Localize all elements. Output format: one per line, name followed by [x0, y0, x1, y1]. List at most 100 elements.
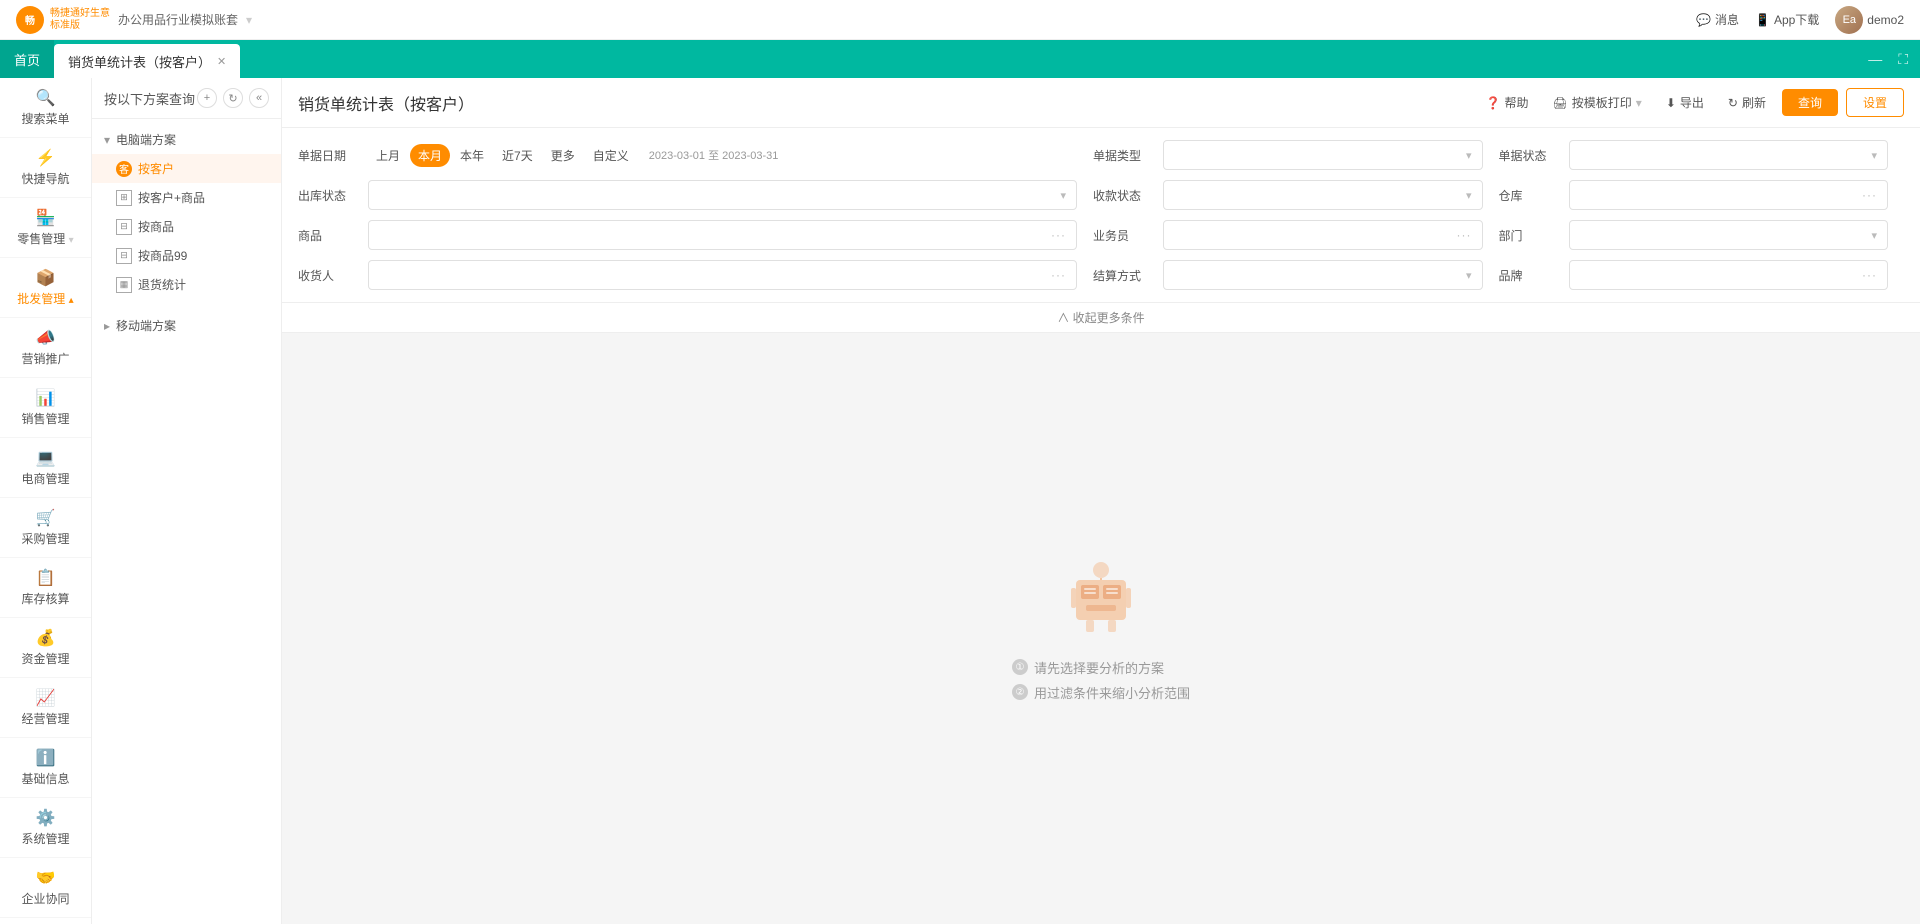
scheme-item-customer-goods[interactable]: ⊞ 按客户+商品 [92, 183, 281, 212]
tab-close-icon[interactable]: ✕ [217, 55, 226, 68]
warehouse-dots-icon: ··· [1862, 188, 1877, 202]
scheme-customer-label: 按客户 [138, 160, 174, 177]
basic-info-icon: ℹ️ [8, 748, 83, 768]
sidebar-item-operations[interactable]: 📈 经营管理 [0, 678, 91, 738]
purchase-icon: 🛒 [8, 508, 83, 528]
query-button[interactable]: 查询 [1782, 89, 1838, 116]
date-tab-last-month[interactable]: 上月 [368, 144, 408, 167]
export-button[interactable]: ⬇ 导出 [1658, 90, 1712, 115]
sidebar-item-guide[interactable]: 📖 新手引导 [0, 918, 91, 924]
bill-status-select[interactable]: ▾ [1569, 140, 1889, 170]
tab-minimize-icon[interactable]: — [1864, 47, 1886, 71]
date-tab-more[interactable]: 更多 [543, 144, 583, 167]
dept-filter-col: 部门 ▾ [1499, 220, 1889, 250]
filter-area: 单据日期 上月 本月 本年 近7天 更多 自定义 2023-03-01 至 20… [282, 128, 1920, 303]
message-label: 消息 [1715, 11, 1739, 28]
receiver-select[interactable]: ··· [368, 260, 1077, 290]
home-tab-label: 首页 [14, 50, 40, 69]
sidebar-item-search[interactable]: 🔍 搜索菜单 [0, 78, 91, 138]
sidebar-item-ecommerce[interactable]: 💻 电商管理 [0, 438, 91, 498]
mobile-scheme-toggle[interactable]: ▸ 移动端方案 [92, 311, 281, 340]
date-tab-custom[interactable]: 自定义 [585, 144, 637, 167]
message-button[interactable]: 💬 消息 [1696, 11, 1739, 28]
hint-num-1: ① [1012, 659, 1028, 675]
top-header: 畅 畅捷通好生意 标准版 办公用品行业模拟账套 ▾ 💬 消息 📱 App下载 E… [0, 0, 1920, 40]
out-status-label: 出库状态 [298, 187, 368, 204]
mobile-scheme-section: ▸ 移动端方案 [92, 305, 281, 346]
scheme-item-goods[interactable]: ⊟ 按商品 [92, 212, 281, 241]
date-tab-this-month[interactable]: 本月 [410, 144, 450, 167]
receive-status-select[interactable]: ▾ [1163, 180, 1483, 210]
sidebar-item-inventory[interactable]: 📋 库存核算 [0, 558, 91, 618]
date-tab-7days[interactable]: 近7天 [494, 144, 541, 167]
sidebar-item-system[interactable]: ⚙️ 系统管理 [0, 798, 91, 858]
main-area: 🔍 搜索菜单 ⚡ 快捷导航 🏪 零售管理 ▾ 📦 批发管理 ▴ 📣 营销推广 📊… [0, 78, 1920, 924]
sidebar-operations-label: 经营管理 [21, 712, 69, 726]
sidebar-item-purchase[interactable]: 🛒 采购管理 [0, 498, 91, 558]
brand-select[interactable]: ··· [1569, 260, 1889, 290]
hint-text-2: 用过滤条件来缩小分析范围 [1034, 683, 1190, 702]
tab-maximize-icon[interactable]: ⛶ [1894, 47, 1912, 72]
inventory-icon: 📋 [8, 568, 83, 588]
sidebar-item-collab[interactable]: 🤝 企业协同 [0, 858, 91, 918]
sidebar-item-quick-nav[interactable]: ⚡ 快捷导航 [0, 138, 91, 198]
sidebar-sales-label: 销售管理 [21, 412, 69, 426]
breadcrumb-arrow-icon[interactable]: ▾ [246, 13, 252, 27]
sidebar-item-wholesale[interactable]: 📦 批发管理 ▴ [0, 258, 91, 318]
sidebar-item-sales[interactable]: 📊 销售管理 [0, 378, 91, 438]
settings-button[interactable]: 设置 [1846, 88, 1904, 117]
logo-area: 畅 畅捷通好生意 标准版 [16, 6, 110, 34]
scheme-header-icons: + ↻ « [197, 88, 269, 108]
sidebar-item-retail[interactable]: 🏪 零售管理 ▾ [0, 198, 91, 258]
quick-nav-icon: ⚡ [8, 148, 83, 168]
receive-status-label: 收款状态 [1093, 187, 1163, 204]
sidebar-item-finance[interactable]: 💰 资金管理 [0, 618, 91, 678]
app-download-button[interactable]: 📱 App下载 [1755, 11, 1819, 28]
desktop-scheme-toggle[interactable]: ▾ 电脑端方案 [92, 125, 281, 154]
tab-sales-report[interactable]: 销货单统计表（按客户） ✕ [54, 44, 240, 78]
goods-select[interactable]: ··· [368, 220, 1077, 250]
receiver-label: 收货人 [298, 267, 368, 284]
user-area[interactable]: Ea demo2 [1835, 6, 1904, 34]
bill-status-label: 单据状态 [1499, 147, 1569, 164]
bill-type-select[interactable]: ▾ [1163, 140, 1483, 170]
sidebar-quick-nav-label: 快捷导航 [21, 172, 69, 186]
scheme-goods99-label: 按商品99 [138, 247, 187, 264]
salesman-select[interactable]: ··· [1163, 220, 1483, 250]
wholesale-icon: 📦 [8, 268, 83, 288]
sidebar-system-label: 系统管理 [21, 832, 69, 846]
dept-label: 部门 [1499, 227, 1569, 244]
system-icon: ⚙️ [8, 808, 83, 828]
refresh-icon: ↻ [1728, 96, 1738, 110]
help-button[interactable]: ❓ 帮助 [1478, 90, 1537, 115]
scheme-item-by-customer[interactable]: 客 按客户 [92, 154, 281, 183]
refresh-button[interactable]: ↻ 刷新 [1720, 90, 1774, 115]
print-button[interactable]: 🖨 按模板打印 ▾ [1545, 90, 1650, 115]
collapse-button[interactable]: ∧ 收起更多条件 [282, 303, 1920, 333]
sidebar-ecommerce-label: 电商管理 [21, 472, 69, 486]
brand-label: 品牌 [1499, 267, 1569, 284]
sidebar-item-basic-info[interactable]: ℹ️ 基础信息 [0, 738, 91, 798]
scheme-item-goods99[interactable]: ⊟ 按商品99 [92, 241, 281, 270]
scheme-item-return[interactable]: ▦ 退货统计 [92, 270, 281, 299]
customer-goods-icon: ⊞ [116, 190, 132, 206]
date-tab-this-year[interactable]: 本年 [452, 144, 492, 167]
mobile-icon: 📱 [1755, 13, 1770, 27]
scheme-title: 按以下方案查询 [104, 89, 195, 108]
breadcrumb: 办公用品行业模拟账套 [118, 11, 238, 28]
out-status-arrow-icon: ▾ [1060, 189, 1066, 202]
tab-home[interactable]: 首页 [0, 40, 54, 78]
scheme-refresh-icon[interactable]: ↻ [223, 88, 243, 108]
dept-select[interactable]: ▾ [1569, 220, 1889, 250]
settle-filter-col: 结算方式 ▾ [1093, 260, 1483, 290]
retail-arrow-icon: ▾ [69, 235, 74, 246]
header-right: 💬 消息 📱 App下载 Ea demo2 [1696, 6, 1904, 34]
settle-select[interactable]: ▾ [1163, 260, 1483, 290]
warehouse-select[interactable]: ··· [1569, 180, 1889, 210]
scheme-add-button[interactable]: + [197, 88, 217, 108]
out-status-select[interactable]: ▾ [368, 180, 1077, 210]
sidebar-item-marketing[interactable]: 📣 营销推广 [0, 318, 91, 378]
sales-tab-label: 销货单统计表（按客户） [68, 52, 211, 71]
scheme-collapse-icon[interactable]: « [249, 88, 269, 108]
empty-hint-2: ② 用过滤条件来缩小分析范围 [1012, 683, 1190, 702]
